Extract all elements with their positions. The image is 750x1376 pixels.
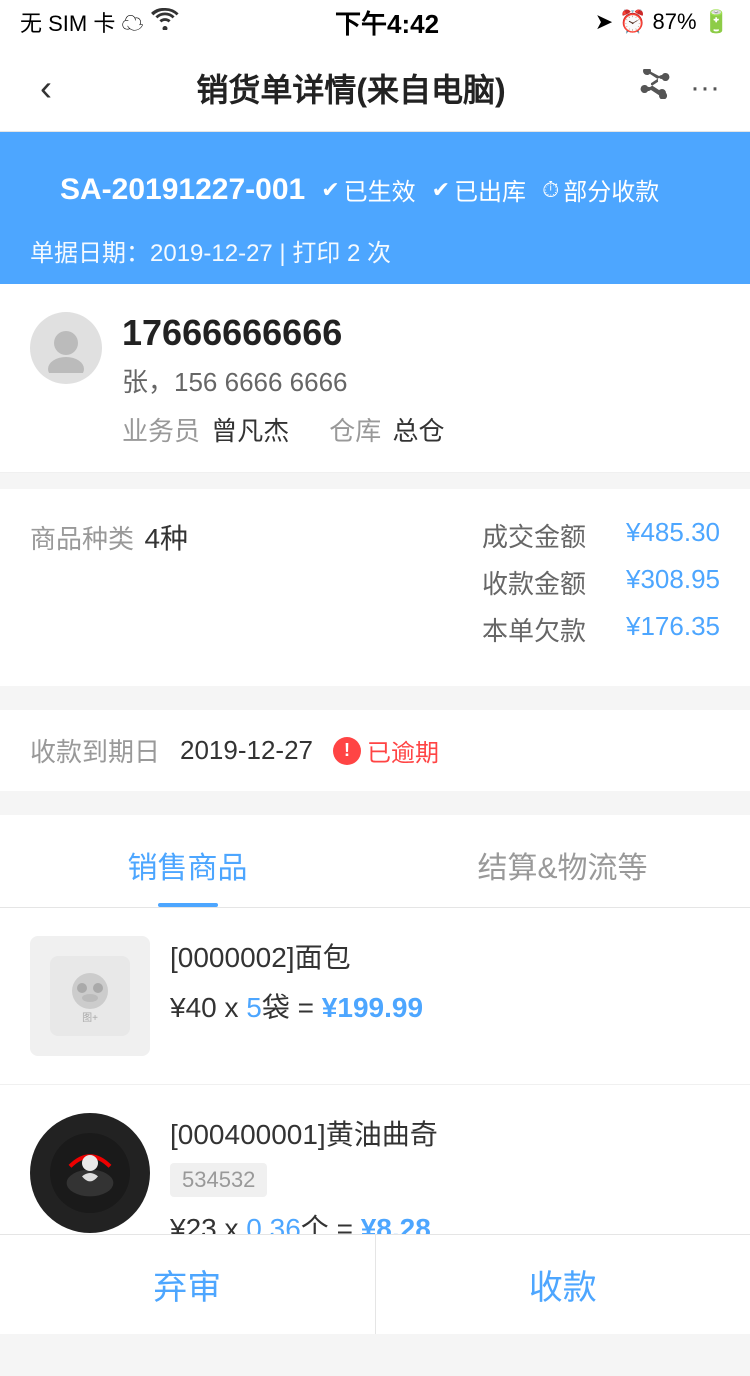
nav-bar: ‹ 销货单详情(来自电脑) ···	[0, 44, 750, 132]
due-label: 收款到期日	[30, 732, 160, 769]
product-details-1: [0000002]面包 ¥40 x 5袋 = ¥199.99	[170, 936, 720, 1026]
wifi-icon	[151, 8, 179, 36]
alarm-icon: ⏰	[619, 9, 646, 35]
product-price-1: ¥40 x 5袋 = ¥199.99	[170, 986, 720, 1026]
due-section: 收款到期日 2019-12-27 ! 已逾期	[0, 710, 750, 791]
products-section: 图+ [0000002]面包 ¥40 x 5袋 = ¥199.99 [	[0, 908, 750, 1276]
amount-label: 成交金额	[482, 517, 586, 554]
customer-meta: 业务员 曾凡杰 仓库 总仓	[122, 411, 720, 448]
header-banner: SA-20191227-001 ✔ 已生效 ✔ 已出库 ⏱ 部分收款 单据日期：…	[0, 132, 750, 284]
more-button[interactable]: ···	[690, 71, 720, 105]
battery-text: 87%	[653, 9, 697, 35]
owed-row: 本单欠款 ¥176.35	[482, 611, 720, 648]
product-name-2: [000400001]黄油曲奇	[170, 1113, 720, 1153]
status-effected: ✔ 已生效	[321, 172, 415, 207]
product-details-2: [000400001]黄油曲奇 534532 ¥23 x 0.36个 = ¥8.…	[170, 1113, 720, 1247]
divider-1	[0, 472, 750, 473]
overdue-badge: ! 已逾期	[333, 733, 439, 768]
tabs-section: 销售商品 结算&物流等	[0, 815, 750, 908]
check-icon-2: ✔	[432, 177, 450, 203]
received-row: 收款金额 ¥308.95	[482, 564, 720, 601]
bottom-actions: 弃审 收款	[0, 1234, 750, 1334]
product-thumb-1: 图+	[30, 936, 150, 1056]
check-icon-1: ✔	[321, 177, 339, 203]
back-button[interactable]: ‹	[30, 57, 62, 119]
warehouse-value: 总仓	[393, 416, 445, 446]
tab-products[interactable]: 销售商品	[0, 815, 375, 907]
sales-label: 业务员	[122, 416, 200, 446]
summary-section: 商品种类 4种 成交金额 ¥485.30 收款金额 ¥308.95 本单欠款 ¥…	[0, 489, 750, 686]
category-label: 商品种类	[30, 524, 134, 554]
received-value: ¥308.95	[626, 564, 720, 601]
product-thumb-2	[30, 1113, 150, 1233]
avatar	[30, 312, 102, 384]
amount-info: 成交金额 ¥485.30 收款金额 ¥308.95 本单欠款 ¥176.35	[482, 517, 720, 658]
cancel-button[interactable]: 弃审	[0, 1235, 376, 1334]
amount-value: ¥485.30	[626, 517, 720, 554]
customer-info: 17666666666 张，156 6666 6666 业务员 曾凡杰 仓库 总…	[122, 312, 720, 448]
overdue-icon: !	[333, 737, 361, 765]
warehouse-label: 仓库	[329, 416, 381, 446]
customer-phone: 张，156 6666 6666	[122, 362, 720, 399]
section-divider-2	[0, 791, 750, 799]
owed-value: ¥176.35	[626, 611, 720, 648]
page-title: 销货单详情(来自电脑)	[196, 65, 505, 111]
customer-section: 17666666666 张，156 6666 6666 业务员 曾凡杰 仓库 总…	[0, 284, 750, 472]
owed-label: 本单欠款	[482, 611, 586, 648]
overdue-text: 已逾期	[367, 733, 439, 768]
status-partial: ⏱ 部分收款	[542, 172, 659, 207]
status-time: 下午4:42	[335, 4, 439, 41]
product-sku-2: 534532	[170, 1163, 267, 1197]
status-right: ➤ ⏰ 87% 🔋	[595, 9, 730, 35]
share-button[interactable]	[640, 69, 670, 107]
section-divider	[0, 686, 750, 694]
amount-row: 成交金额 ¥485.30	[482, 517, 720, 554]
location-icon: ➤	[595, 9, 613, 35]
received-label: 收款金额	[482, 564, 586, 601]
tab-settlement[interactable]: 结算&物流等	[375, 815, 750, 907]
product-item: 图+ [0000002]面包 ¥40 x 5袋 = ¥199.99	[0, 908, 750, 1085]
battery-icon: 🔋	[703, 9, 730, 35]
product-name-1: [0000002]面包	[170, 936, 720, 976]
nav-actions: ···	[640, 69, 720, 107]
category-value: 4种	[144, 523, 188, 554]
svg-text:图+: 图+	[82, 1012, 98, 1024]
clock-icon: ⏱	[542, 177, 559, 203]
status-left: 无 SIM 卡 ☁	[20, 6, 179, 38]
sim-status: 无 SIM 卡 ☁	[20, 6, 143, 38]
sales-value: 曾凡杰	[211, 416, 289, 446]
status-delivered: ✔ 已出库	[432, 172, 526, 207]
category-info: 商品种类 4种	[30, 517, 188, 557]
status-bar: 无 SIM 卡 ☁ 下午4:42 ➤ ⏰ 87% 🔋	[0, 0, 750, 44]
confirm-button[interactable]: 收款	[376, 1235, 750, 1334]
customer-name: 17666666666	[122, 312, 720, 354]
header-date: 单据日期：2019-12-27 | 打印 2 次	[30, 233, 720, 268]
order-id: SA-20191227-001	[60, 173, 305, 207]
due-date: 2019-12-27	[180, 735, 313, 766]
